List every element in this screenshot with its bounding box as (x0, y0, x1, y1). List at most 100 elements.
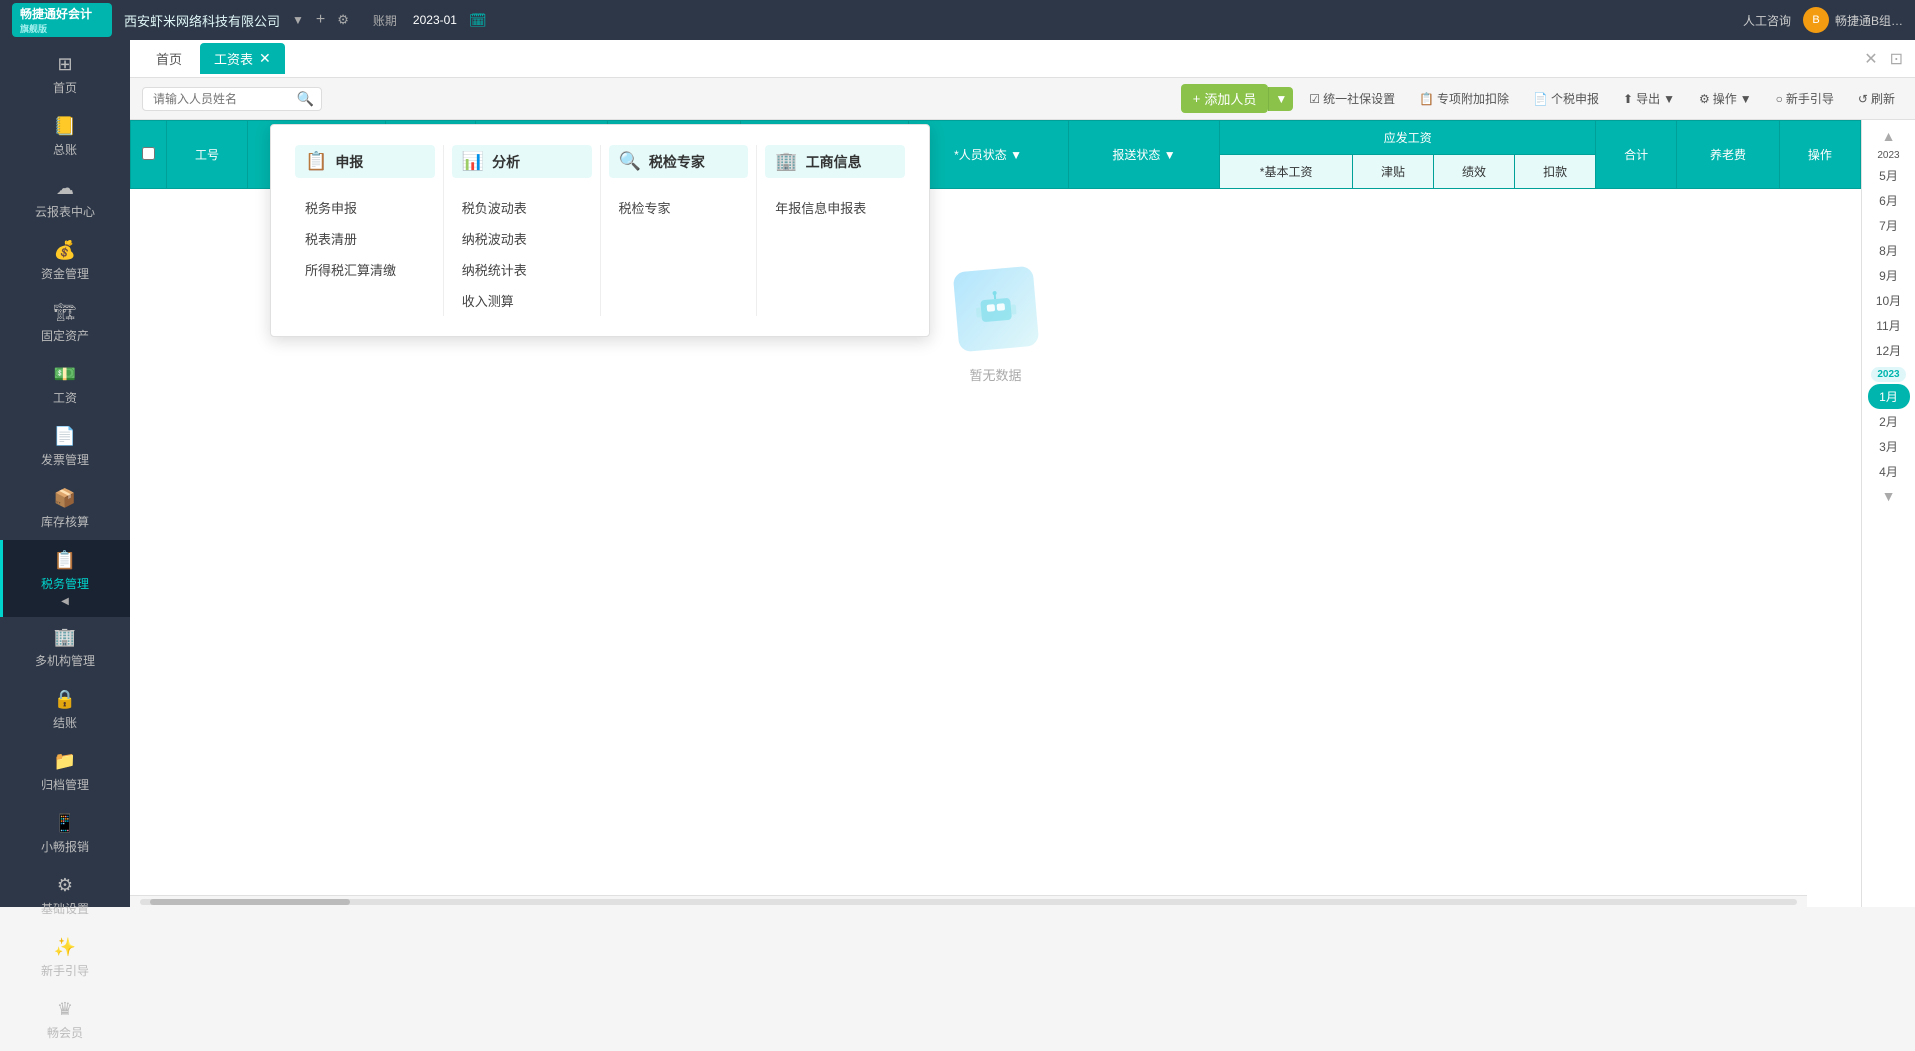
sidebar-label-tax: 税务管理 (41, 575, 89, 592)
period-value: 2023-01 (413, 13, 457, 27)
calendar-year-current: 2023 (1871, 367, 1905, 382)
main-layout: ⊞ 首页 📒 总账 ☁ 云报表中心 💰 资金管理 🏗 固定资产 💵 工资 📄 发… (0, 40, 1915, 907)
select-all-checkbox[interactable] (142, 147, 155, 160)
dropdown-item-tax-form[interactable]: 税表清册 (295, 223, 435, 254)
tab-close-salary[interactable]: ✕ (259, 50, 271, 67)
inventory-icon: 📦 (54, 488, 76, 509)
company-dropdown-arrow[interactable]: ▼ (292, 13, 304, 27)
new-guide-btn[interactable]: ○ 新手引导 (1768, 86, 1842, 111)
th-person-status: *人员状态 ▼ (908, 121, 1068, 189)
sidebar-item-ledger[interactable]: 📒 总账 (0, 106, 130, 168)
th-performance: 绩效 (1434, 155, 1515, 189)
sidebar-item-archive[interactable]: 📁 归档管理 (0, 741, 130, 803)
sidebar-item-member[interactable]: ♛ 畅会员 (0, 989, 130, 1051)
divider-2 (600, 145, 601, 316)
cal-month-11[interactable]: 11月 (1868, 313, 1910, 338)
ledger-icon: 📒 (54, 116, 76, 137)
social-security-label: 统一社保设置 (1323, 90, 1395, 107)
toolbar: 🔍 + 添加人员 ▼ ☑ 统一社保设置 📋 专项附加扣除 (130, 78, 1915, 120)
dropdown-header-business-info: 🏢 工商信息 (765, 145, 905, 178)
tax-expert-section-icon: 🔍 (619, 151, 641, 172)
sidebar-item-fixed-assets[interactable]: 🏗 固定资产 (0, 292, 130, 354)
cal-month-3[interactable]: 3月 (1868, 434, 1910, 459)
dropdown-item-tax-fluctuation[interactable]: 纳税波动表 (452, 223, 592, 254)
new-guide-toolbar-icon: ○ (1776, 92, 1783, 106)
cal-month-10[interactable]: 10月 (1868, 288, 1910, 313)
add-person-button[interactable]: + 添加人员 (1181, 84, 1269, 113)
sidebar-label-archive: 归档管理 (41, 776, 89, 793)
cal-month-5[interactable]: 5月 (1868, 163, 1910, 188)
th-checkbox[interactable] (131, 121, 167, 189)
sidebar-item-xiaochang[interactable]: 📱 小畅报销 (0, 803, 130, 865)
dropdown-item-tax-declaration[interactable]: 税务申报 (295, 192, 435, 223)
scrollbar-thumb[interactable] (150, 899, 350, 905)
tab-bar: 首页 工资表 ✕ ✕ ⊡ (130, 40, 1915, 78)
window-restore-btn[interactable]: ⊡ (1890, 49, 1903, 69)
sidebar-item-fund[interactable]: 💰 资金管理 (0, 230, 130, 292)
user-name[interactable]: 畅捷通B组… (1835, 12, 1903, 29)
period-label: 账期 (373, 12, 397, 29)
sidebar-collapse-arrow: ◀ (61, 596, 69, 607)
cal-month-4[interactable]: 4月 (1868, 459, 1910, 484)
tax-icon: 📋 (54, 550, 76, 571)
sidebar-item-multi-org[interactable]: 🏢 多机构管理 (0, 617, 130, 679)
settings-icon[interactable]: ⚙ (337, 12, 349, 28)
refresh-btn[interactable]: ↺ 刷新 (1850, 86, 1903, 111)
divider-1 (443, 145, 444, 316)
dropdown-section-analysis: 📊 分析 税负波动表 纳税波动表 纳税统计表 收入测算 (452, 145, 592, 316)
cal-month-2[interactable]: 2月 (1868, 409, 1910, 434)
period-calendar-icon[interactable]: 🗓 (469, 12, 487, 29)
window-close-btn[interactable]: ✕ (1864, 49, 1877, 69)
th-operation: 操作 (1779, 121, 1860, 189)
add-company-icon[interactable]: + (316, 11, 325, 29)
personal-tax-btn[interactable]: 📄 个税申报 (1525, 86, 1607, 111)
divider-3 (756, 145, 757, 316)
fixed-assets-icon: 🏗 (54, 302, 77, 323)
dropdown-item-tax-statistics[interactable]: 纳税统计表 (452, 254, 592, 285)
salary-icon: 💵 (54, 364, 76, 385)
person-status-filter-icon[interactable]: ▼ (1010, 148, 1022, 162)
dropdown-item-tax-burden[interactable]: 税负波动表 (452, 192, 592, 223)
sidebar-item-inventory[interactable]: 📦 库存核算 (0, 478, 130, 540)
dropdown-item-income-estimate[interactable]: 收入测算 (452, 285, 592, 316)
cal-month-8[interactable]: 8月 (1868, 238, 1910, 263)
sidebar-item-invoice[interactable]: 📄 发票管理 (0, 416, 130, 478)
calendar-down-arrow[interactable]: ▼ (1878, 484, 1900, 508)
cal-month-6[interactable]: 6月 (1868, 188, 1910, 213)
special-deduction-btn[interactable]: 📋 专项附加扣除 (1411, 86, 1517, 111)
sidebar-item-tax[interactable]: 📋 税务管理 ◀ (0, 540, 130, 617)
support-label[interactable]: 人工咨询 (1743, 12, 1791, 29)
horizontal-scrollbar[interactable] (130, 895, 1807, 907)
content-area: 首页 工资表 ✕ ✕ ⊡ 🔍 + 添加人员 ▼ (130, 40, 1915, 907)
add-person-dropdown[interactable]: ▼ (1268, 87, 1293, 111)
cal-month-7[interactable]: 7月 (1868, 213, 1910, 238)
cal-month-1[interactable]: 1月 (1868, 384, 1910, 409)
xiaochang-icon: 📱 (54, 813, 76, 834)
sidebar-item-cloud-report[interactable]: ☁ 云报表中心 (0, 168, 130, 230)
sidebar-item-basic-settings[interactable]: ⚙ 基础设置 (0, 865, 130, 927)
social-security-btn[interactable]: ☑ 统一社保设置 (1301, 86, 1403, 111)
search-input[interactable] (142, 87, 322, 111)
sidebar-item-home[interactable]: ⊞ 首页 (0, 44, 130, 106)
business-info-section-icon: 🏢 (775, 151, 797, 172)
tab-home[interactable]: 首页 (142, 43, 196, 74)
cloud-report-icon: ☁ (56, 178, 74, 199)
tab-salary[interactable]: 工资表 ✕ (200, 43, 285, 74)
scrollbar-track (140, 899, 1797, 905)
dropdown-item-income-tax-settlement[interactable]: 所得税汇算清缴 (295, 254, 435, 285)
cal-month-9[interactable]: 9月 (1868, 263, 1910, 288)
report-status-filter-icon[interactable]: ▼ (1164, 148, 1176, 162)
dropdown-item-annual-report[interactable]: 年报信息申报表 (765, 192, 905, 223)
analysis-section-icon: 📊 (462, 151, 484, 172)
cal-month-12[interactable]: 12月 (1868, 338, 1910, 363)
dropdown-header-tax-expert: 🔍 税检专家 (609, 145, 749, 178)
operation-btn[interactable]: ⚙ 操作 ▼ (1691, 86, 1760, 111)
sidebar-item-close[interactable]: 🔒 结账 (0, 679, 130, 741)
export-btn[interactable]: ⬆ 导出 ▼ (1615, 86, 1683, 111)
calendar-year-prev: 2023 (1877, 150, 1899, 161)
sidebar-item-salary[interactable]: 💵 工资 (0, 354, 130, 416)
personal-tax-label: 个税申报 (1551, 90, 1599, 107)
dropdown-item-tax-expert[interactable]: 税检专家 (609, 192, 749, 223)
calendar-up-arrow[interactable]: ▲ (1878, 124, 1900, 148)
sidebar-item-new-guide[interactable]: ✨ 新手引导 (0, 927, 130, 989)
